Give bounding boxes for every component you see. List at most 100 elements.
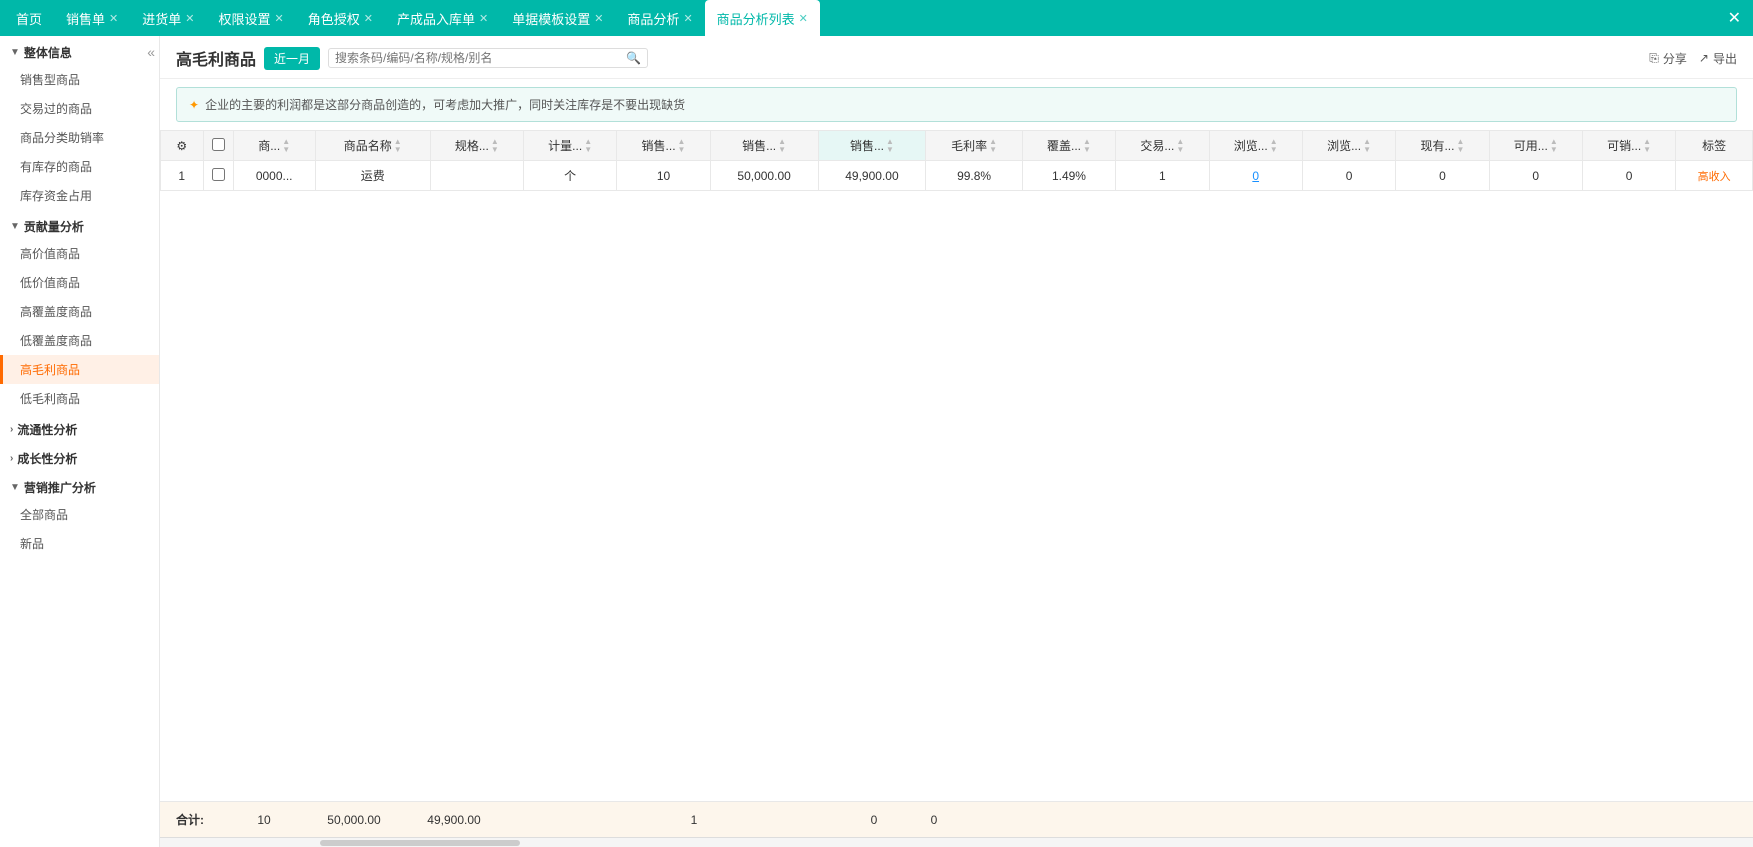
sidebar-group-liquidity[interactable]: › 流通性分析 [0,413,159,442]
select-all-checkbox[interactable] [212,138,225,151]
row-current-stock: 0 [1396,161,1489,191]
sort-arrows-saleable: ▲▼ [1643,138,1651,154]
arrow-marketing-icon: ▼ [10,482,20,493]
nav-permissions[interactable]: 权限设置 ✕ [206,0,295,36]
nav-sales-close[interactable]: ✕ [109,12,118,25]
table-wrapper: ⚙ 商... ▲▼ 商品名称 [160,130,1753,801]
nav-finished-goods-close[interactable]: ✕ [479,12,488,25]
row-available: 0 [1489,161,1582,191]
col-name[interactable]: 商品名称 ▲▼ [315,131,430,161]
nav-product-analysis-close[interactable]: ✕ [683,12,692,25]
main-layout: « ▼ 整体信息 销售型商品 交易过的商品 商品分类助销率 有库存的商品 库存资… [0,36,1753,847]
nav-purchase[interactable]: 进货单 ✕ [130,0,206,36]
row-code: 0000... [233,161,315,191]
col-trade[interactable]: 交易... ▲▼ [1116,131,1209,161]
arrow-overall-icon: ▼ [10,47,20,58]
sort-arrows-unit: ▲▼ [584,138,592,154]
row-coverage: 1.49% [1022,161,1115,191]
horizontal-scrollbar[interactable] [160,837,1753,847]
nav-purchase-close[interactable]: ✕ [185,12,194,25]
nav-permissions-close[interactable]: ✕ [275,12,284,25]
sidebar-group-marketing[interactable]: ▼ 营销推广分析 [0,471,159,500]
search-icon[interactable]: 🔍 [626,51,641,65]
sidebar-item-high-value[interactable]: 高价值商品 [0,239,159,268]
nav-template[interactable]: 单据模板设置 ✕ [500,0,615,36]
row-select-checkbox[interactable] [212,168,225,181]
footer-sale-qty: 10 [224,813,304,827]
sidebar-item-new-products[interactable]: 新品 [0,529,159,558]
nav-sales[interactable]: 销售单 ✕ [54,0,130,36]
col-coverage[interactable]: 覆盖... ▲▼ [1022,131,1115,161]
nav-template-close[interactable]: ✕ [594,12,603,25]
row-trade: 1 [1116,161,1209,191]
sidebar-item-low-margin[interactable]: 低毛利商品 [0,384,159,413]
sidebar-item-traded-products[interactable]: 交易过的商品 [0,94,159,123]
row-browse1[interactable]: 0 [1209,161,1302,191]
row-checkbox[interactable] [203,161,233,191]
sort-arrows-trade: ▲▼ [1176,138,1184,154]
sidebar-item-category-assist[interactable]: 商品分类助销率 [0,123,159,152]
filter-btn[interactable]: 近一月 [264,47,320,70]
footer-bar: 合计: 10 50,000.00 49,900.00 1 0 0 [160,801,1753,837]
row-browse2: 0 [1302,161,1395,191]
footer-label: 合计: [176,811,204,828]
row-sale-amt: 50,000.00 [710,161,818,191]
sidebar-item-stock-capital[interactable]: 库存资金占用 [0,181,159,210]
sort-arrows-coverage: ▲▼ [1083,138,1091,154]
nav-finished-goods[interactable]: 产成品入库单 ✕ [385,0,500,36]
nav-roles-close[interactable]: ✕ [364,12,373,25]
footer-cells: 10 50,000.00 49,900.00 1 0 0 [224,813,1737,827]
share-btn[interactable]: ⎘ 分享 [1649,50,1687,67]
sidebar-item-low-coverage[interactable]: 低覆盖度商品 [0,326,159,355]
sidebar-item-in-stock[interactable]: 有库存的商品 [0,152,159,181]
col-sale-amt[interactable]: 销售... ▲▼ [710,131,818,161]
sidebar-group-contribution[interactable]: ▼ 贡献量分析 [0,210,159,239]
footer-empty1 [504,813,584,827]
col-browse1[interactable]: 浏览... ▲▼ [1209,131,1302,161]
sidebar-item-high-coverage[interactable]: 高覆盖度商品 [0,297,159,326]
info-banner: ✦ 企业的主要的利润都是这部分商品创造的，可考虑加大推广，同时关注库存是不要出现… [176,87,1737,122]
top-nav: 首页 销售单 ✕ 进货单 ✕ 权限设置 ✕ 角色授权 ✕ 产成品入库单 ✕ 单据… [0,0,1753,36]
export-btn[interactable]: ↗ 导出 [1699,50,1737,67]
sort-arrows-sale-cost: ▲▼ [886,138,894,154]
sort-arrows-browse1: ▲▼ [1270,138,1278,154]
col-sale-qty[interactable]: 销售... ▲▼ [617,131,710,161]
data-table: ⚙ 商... ▲▼ 商品名称 [160,130,1753,191]
sort-arrows-available: ▲▼ [1550,138,1558,154]
nav-product-analysis-list-close[interactable]: ✕ [799,12,808,25]
row-tag: 高收入 [1676,161,1753,191]
footer-empty3 [724,813,784,827]
nav-home[interactable]: 首页 [4,0,54,36]
col-current-stock[interactable]: 现有... ▲▼ [1396,131,1489,161]
scrollbar-thumb[interactable] [320,840,520,846]
sort-arrows-name: ▲▼ [394,138,402,154]
nav-product-analysis-list[interactable]: 商品分析列表 ✕ [705,0,820,36]
nav-roles[interactable]: 角色授权 ✕ [296,0,385,36]
sidebar-group-growth[interactable]: › 成长性分析 [0,442,159,471]
col-saleable[interactable]: 可销... ▲▼ [1582,131,1675,161]
export-icon: ↗ [1699,51,1709,65]
content-area: 高毛利商品 近一月 🔍 ⎘ 分享 ↗ 导出 ✦ 企业的主要的利润都是这部分商品创… [160,36,1753,847]
col-unit[interactable]: 计量... ▲▼ [523,131,616,161]
sidebar-group-overall[interactable]: ▼ 整体信息 [0,36,159,65]
col-sale-cost[interactable]: 销售... ▲▼ [818,131,926,161]
window-close[interactable]: ✕ [1728,8,1749,28]
row-sale-qty: 10 [617,161,710,191]
col-settings[interactable]: ⚙ [161,131,204,161]
row-sale-cost: 49,900.00 [818,161,926,191]
sidebar-item-high-margin[interactable]: 高毛利商品 [0,355,159,384]
sidebar-item-low-value[interactable]: 低价值商品 [0,268,159,297]
col-gross-rate[interactable]: 毛利率 ▲▼ [926,131,1022,161]
sidebar-item-all-products[interactable]: 全部商品 [0,500,159,529]
sidebar-item-sales-products[interactable]: 销售型商品 [0,65,159,94]
col-available[interactable]: 可用... ▲▼ [1489,131,1582,161]
sidebar-collapse-btn[interactable]: « [147,44,155,60]
share-icon: ⎘ [1649,51,1659,66]
nav-product-analysis[interactable]: 商品分析 ✕ [615,0,704,36]
col-spec[interactable]: 规格... ▲▼ [430,131,523,161]
col-browse2[interactable]: 浏览... ▲▼ [1302,131,1395,161]
search-input[interactable] [335,51,626,65]
page-title: 高毛利商品 [176,46,256,70]
col-code[interactable]: 商... ▲▼ [233,131,315,161]
footer-empty2 [584,813,664,827]
